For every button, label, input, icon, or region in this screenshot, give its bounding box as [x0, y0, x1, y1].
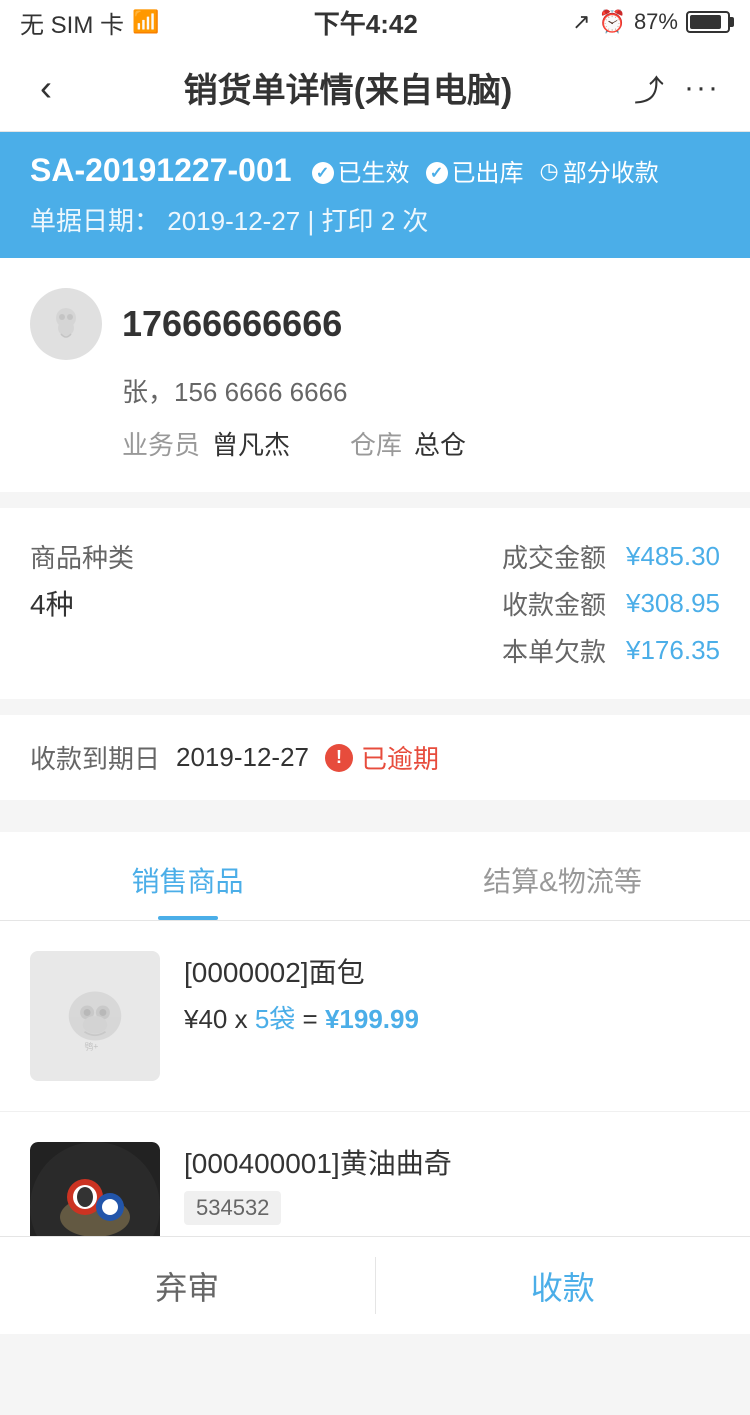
stat-amount-3: ¥176.35 [626, 635, 720, 666]
print-label: 打印 [321, 206, 373, 236]
carrier-text: 无 SIM 卡 [20, 5, 124, 40]
badge-effective: 已生效 [312, 153, 410, 188]
customer-avatar [30, 288, 102, 360]
price-qty-1: 5袋 [255, 1004, 295, 1034]
owl-icon: 鸮+ [60, 981, 130, 1051]
status-left: 无 SIM 卡 📶 [20, 5, 159, 40]
stat-name-3: 本单欠款 [502, 632, 606, 669]
tab-label-0: 销售商品 [131, 866, 243, 897]
battery-percent: 87% [634, 9, 678, 35]
cancel-button[interactable]: 弃审 [0, 1237, 375, 1334]
equals-1: = [295, 1004, 325, 1034]
bottom-bar: 弃审 收款 [0, 1236, 750, 1334]
customer-meta: 业务员 曾凡杰 仓库 总仓 [30, 425, 720, 462]
customer-top: 17666666666 [30, 288, 720, 360]
avatar-icon [46, 304, 86, 344]
tab-settlement[interactable]: 结算&物流等 [375, 832, 750, 920]
badge-partial: 部分收款 [540, 153, 659, 188]
wifi-icon: 📶 [132, 9, 159, 35]
due-date: 2019-12-27 [176, 742, 309, 773]
price-text-1: ¥40 x [184, 1004, 255, 1034]
stats-left: 商品种类 4种 [30, 538, 375, 623]
more-button[interactable]: ··· [684, 71, 720, 105]
price-total-1: ¥199.99 [325, 1004, 419, 1034]
order-header: SA-20191227-001 已生效 已出库 部分收款 单据日期： 2019-… [0, 132, 750, 258]
date-value: 2019-12-27 [167, 206, 300, 236]
overdue-badge: ! 已逾期 [325, 739, 439, 776]
overdue-label: 已逾期 [361, 739, 439, 776]
sales-meta: 业务员 曾凡杰 [122, 425, 290, 462]
confirm-button[interactable]: 收款 [376, 1237, 750, 1334]
customer-name: 17666666666 [122, 303, 342, 345]
battery-fill [690, 15, 721, 29]
stat-row-3: 本单欠款 ¥176.35 [502, 632, 720, 669]
badge-effective-label: 已生效 [338, 153, 410, 188]
badge-partial-label: 部分收款 [563, 153, 659, 188]
stats-section: 商品种类 4种 成交金额 ¥485.30 收款金额 ¥308.95 本单欠款 ¥… [0, 508, 750, 699]
tabs: 销售商品 结算&物流等 [0, 832, 750, 921]
product-name-2: [000400001]黄油曲奇 [184, 1142, 720, 1182]
status-time: 下午4:42 [314, 4, 418, 41]
product-batch-2: 534532 [184, 1191, 281, 1225]
location-icon: ↗ [572, 9, 590, 35]
stat-name-1: 成交金额 [502, 538, 606, 575]
stat-row-2: 收款金额 ¥308.95 [502, 585, 720, 622]
print-unit: 次 [402, 206, 428, 236]
product-info-1: [0000002]面包 ¥40 x 5袋 = ¥199.99 [184, 951, 720, 1036]
clock-icon [540, 157, 559, 185]
type-value: 4种 [30, 583, 375, 623]
product-image-1: 鸮+ [30, 951, 160, 1081]
separator-1 [0, 816, 750, 832]
badge-shipped: 已出库 [426, 153, 524, 188]
due-section: 收款到期日 2019-12-27 ! 已逾期 [0, 715, 750, 800]
product-name-1: [0000002]面包 [184, 951, 720, 991]
sales-label: 业务员 [122, 425, 200, 462]
date-label: 单据日期： [30, 206, 160, 236]
customer-section: 17666666666 张，156 6666 6666 业务员 曾凡杰 仓库 总… [0, 258, 750, 492]
stat-amount-2: ¥308.95 [626, 588, 720, 619]
overdue-icon: ! [325, 744, 353, 772]
page-title: 销货单详情(来自电脑) [184, 63, 513, 112]
order-date: 单据日期： 2019-12-27 | 打印 2 次 [30, 201, 720, 238]
tab-label-1: 结算&物流等 [483, 866, 642, 897]
share-button[interactable]: ⤴ [634, 66, 664, 110]
sales-value: 曾凡杰 [212, 425, 290, 462]
warehouse-meta: 仓库 总仓 [350, 425, 466, 462]
nav-bar: ‹ 销货单详情(来自电脑) ⤴ ··· [0, 44, 750, 132]
battery-icon [686, 11, 730, 33]
badge-shipped-label: 已出库 [452, 153, 524, 188]
nav-right-actions: ⤴ ··· [634, 66, 720, 110]
alarm-icon: ⏰ [599, 9, 626, 35]
warehouse-label: 仓库 [350, 425, 402, 462]
order-badges: 已生效 已出库 部分收款 [312, 153, 659, 188]
back-button[interactable]: ‹ [30, 57, 62, 119]
due-label: 收款到期日 [30, 739, 160, 776]
print-separator: | [307, 206, 321, 236]
status-bar: 无 SIM 卡 📶 下午4:42 ↗ ⏰ 87% [0, 0, 750, 44]
check-icon-2 [426, 157, 448, 185]
order-number: SA-20191227-001 [30, 152, 292, 189]
warehouse-value: 总仓 [414, 425, 466, 462]
product-item-1: 鸮+ [0000002]面包 ¥40 x 5袋 = ¥199.99 [0, 921, 750, 1112]
order-header-top: SA-20191227-001 已生效 已出库 部分收款 [30, 152, 720, 189]
stat-row-1: 成交金额 ¥485.30 [502, 538, 720, 575]
product-price-1: ¥40 x 5袋 = ¥199.99 [184, 999, 720, 1036]
status-right: ↗ ⏰ 87% [572, 9, 730, 35]
svg-text:鸮+: 鸮+ [85, 1040, 99, 1051]
customer-info: 张，156 6666 6666 [30, 372, 720, 409]
print-count: 2 [381, 206, 395, 236]
owl-placeholder: 鸮+ [30, 951, 160, 1081]
tab-sales-products[interactable]: 销售商品 [0, 832, 375, 920]
stats-right: 成交金额 ¥485.30 收款金额 ¥308.95 本单欠款 ¥176.35 [375, 538, 720, 669]
check-icon [312, 157, 334, 185]
stat-amount-1: ¥485.30 [626, 541, 720, 572]
stat-name-2: 收款金额 [502, 585, 606, 622]
type-label: 商品种类 [30, 538, 375, 575]
